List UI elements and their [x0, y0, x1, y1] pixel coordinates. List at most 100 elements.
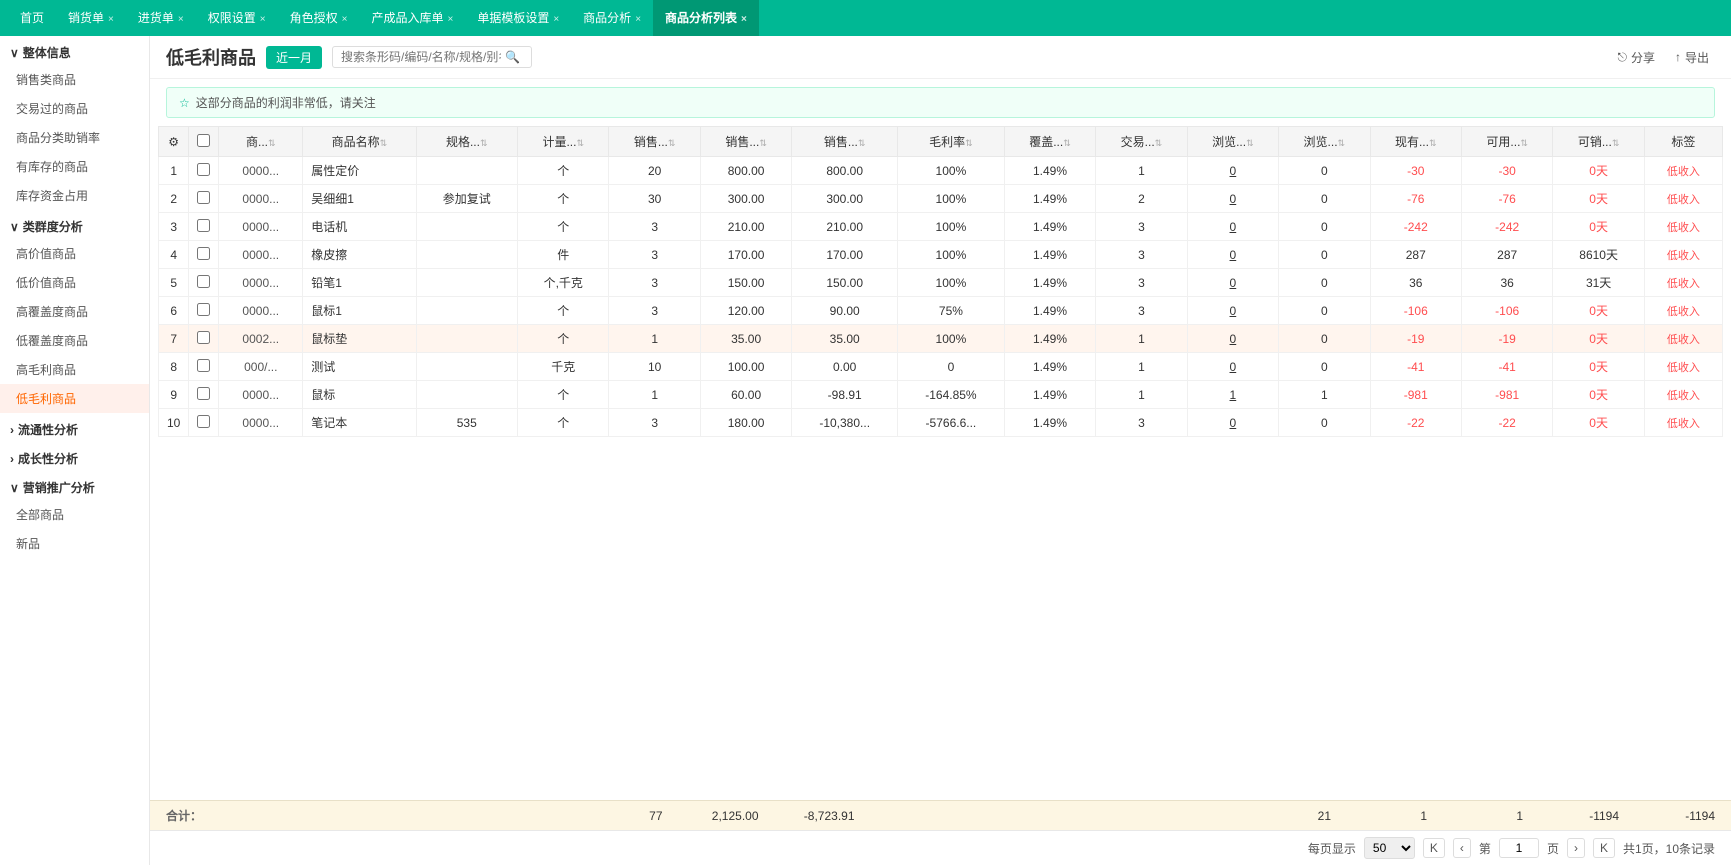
- col-browse1[interactable]: 浏览...⇅: [1187, 127, 1278, 157]
- cell-browse1[interactable]: 0: [1187, 297, 1278, 325]
- nav-item-analysis-list[interactable]: 商品分析列表×: [653, 0, 759, 36]
- sidebar-item-high-margin[interactable]: 高毛利商品: [0, 355, 149, 384]
- close-icon[interactable]: ×: [635, 14, 641, 25]
- cell-checkbox[interactable]: [189, 241, 219, 269]
- col-checkbox[interactable]: [189, 127, 219, 157]
- cell-checkbox[interactable]: [189, 297, 219, 325]
- table-row: 2 0000... 吴细细1 参加复试 个 30 300.00 300.00 1…: [159, 185, 1723, 213]
- cell-browse1[interactable]: 0: [1187, 269, 1278, 297]
- sidebar-group-growth[interactable]: › 成长性分析: [0, 442, 149, 471]
- close-icon[interactable]: ×: [178, 14, 184, 25]
- cell-avail: -30: [1461, 157, 1552, 185]
- select-all-checkbox[interactable]: [197, 134, 210, 147]
- cell-coverage: 1.49%: [1004, 409, 1095, 437]
- cell-avail: -106: [1461, 297, 1552, 325]
- sidebar-item-sales-goods[interactable]: 销售类商品: [0, 65, 149, 94]
- sidebar-item-low-coverage[interactable]: 低覆盖度商品: [0, 326, 149, 355]
- nav-item-sales[interactable]: 销货单×: [56, 0, 126, 36]
- close-icon[interactable]: ×: [553, 14, 559, 25]
- nav-item-roles[interactable]: 角色授权×: [278, 0, 360, 36]
- cell-browse1[interactable]: 0: [1187, 353, 1278, 381]
- close-icon[interactable]: ×: [260, 14, 266, 25]
- close-icon[interactable]: ×: [108, 14, 114, 25]
- cell-stock: 287: [1370, 241, 1461, 269]
- nav-item-analysis[interactable]: 商品分析×: [571, 0, 653, 36]
- sidebar-group-circulation[interactable]: › 流通性分析: [0, 413, 149, 442]
- cell-browse1[interactable]: 0: [1187, 325, 1278, 353]
- export-button[interactable]: ↑ 导出: [1669, 47, 1715, 68]
- cell-coverage: 1.49%: [1004, 157, 1095, 185]
- cell-checkbox[interactable]: [189, 409, 219, 437]
- cell-browse2: 1: [1279, 381, 1370, 409]
- cell-checkbox[interactable]: [189, 185, 219, 213]
- last-page-btn[interactable]: K: [1593, 838, 1615, 858]
- col-trade[interactable]: 交易...⇅: [1096, 127, 1187, 157]
- col-spec[interactable]: 规格...⇅: [416, 127, 518, 157]
- sidebar-item-low-value[interactable]: 低价值商品: [0, 268, 149, 297]
- sidebar-item-stock-goods[interactable]: 有库存的商品: [0, 152, 149, 181]
- col-unit[interactable]: 计量...⇅: [518, 127, 609, 157]
- col-name[interactable]: 商品名称⇅: [303, 127, 416, 157]
- page-number-input[interactable]: [1499, 838, 1539, 858]
- cell-checkbox[interactable]: [189, 381, 219, 409]
- sidebar-group-overall: ∨ 整体信息: [0, 36, 149, 65]
- nav-item-home[interactable]: 首页: [8, 0, 56, 36]
- cell-checkbox[interactable]: [189, 353, 219, 381]
- col-stock[interactable]: 现有...⇅: [1370, 127, 1461, 157]
- search-input[interactable]: [341, 50, 501, 64]
- total-info: 共1页，10条记录: [1623, 840, 1715, 857]
- sidebar-item-traded-goods[interactable]: 交易过的商品: [0, 94, 149, 123]
- page-size-select[interactable]: 10 20 50 100: [1364, 837, 1415, 859]
- filter-button[interactable]: 近一月: [266, 46, 322, 69]
- col-settings[interactable]: ⚙: [159, 127, 189, 157]
- col-saleable[interactable]: 可销...⇅: [1553, 127, 1644, 157]
- prev-page-btn[interactable]: ‹: [1453, 838, 1471, 858]
- sidebar-item-stock-capital[interactable]: 库存资金占用: [0, 181, 149, 210]
- first-page-btn[interactable]: K: [1423, 838, 1445, 858]
- cell-checkbox[interactable]: [189, 269, 219, 297]
- cell-checkbox[interactable]: [189, 325, 219, 353]
- cell-browse1[interactable]: 0: [1187, 409, 1278, 437]
- cell-checkbox[interactable]: [189, 213, 219, 241]
- sidebar-item-all-goods[interactable]: 全部商品: [0, 500, 149, 529]
- sidebar-item-high-value[interactable]: 高价值商品: [0, 239, 149, 268]
- nav-item-purchase[interactable]: 进货单×: [126, 0, 196, 36]
- cell-checkbox[interactable]: [189, 157, 219, 185]
- col-avail[interactable]: 可用...⇅: [1461, 127, 1552, 157]
- col-sales1[interactable]: 销售...⇅: [609, 127, 700, 157]
- nav-item-permissions[interactable]: 权限设置×: [196, 0, 278, 36]
- close-icon[interactable]: ×: [342, 14, 348, 25]
- close-icon[interactable]: ×: [447, 14, 453, 25]
- search-box[interactable]: 🔍: [332, 46, 532, 68]
- cell-browse1[interactable]: 0: [1187, 213, 1278, 241]
- col-margin[interactable]: 毛利率⇅: [898, 127, 1005, 157]
- col-code[interactable]: 商...⇅: [219, 127, 303, 157]
- nav-item-template[interactable]: 单据模板设置×: [465, 0, 571, 36]
- nav-item-product-entry[interactable]: 产成品入库单×: [359, 0, 465, 36]
- cell-spec: [416, 157, 518, 185]
- sidebar-item-new-goods[interactable]: 新品: [0, 529, 149, 558]
- next-page-btn[interactable]: ›: [1567, 838, 1585, 858]
- sidebar-item-high-coverage[interactable]: 高覆盖度商品: [0, 297, 149, 326]
- col-coverage[interactable]: 覆盖...⇅: [1004, 127, 1095, 157]
- cell-col2: 35.00: [700, 325, 791, 353]
- share-button[interactable]: ⎋ 分享: [1611, 47, 1661, 68]
- col-browse2[interactable]: 浏览...⇅: [1279, 127, 1370, 157]
- cell-browse1[interactable]: 0: [1187, 241, 1278, 269]
- cell-margin: 100%: [898, 185, 1005, 213]
- cell-trade: 1: [1096, 381, 1187, 409]
- sidebar-item-low-margin[interactable]: 低毛利商品: [0, 384, 149, 413]
- col-sales3[interactable]: 销售...⇅: [792, 127, 898, 157]
- col-tag[interactable]: 标签: [1644, 127, 1722, 157]
- search-icon[interactable]: 🔍: [505, 50, 520, 64]
- cell-coverage: 1.49%: [1004, 213, 1095, 241]
- pagination-bar: 每页显示 10 20 50 100 K ‹ 第 页 › K 共1页，10条记录: [150, 830, 1731, 865]
- sidebar-item-category-rate[interactable]: 商品分类助销率: [0, 123, 149, 152]
- cell-browse1[interactable]: 0: [1187, 185, 1278, 213]
- cell-col3: 210.00: [792, 213, 898, 241]
- col-sales2[interactable]: 销售...⇅: [700, 127, 791, 157]
- cell-browse1[interactable]: 0: [1187, 157, 1278, 185]
- cell-browse1[interactable]: 1: [1187, 381, 1278, 409]
- cell-code: 0000...: [219, 269, 303, 297]
- close-icon[interactable]: ×: [741, 14, 747, 25]
